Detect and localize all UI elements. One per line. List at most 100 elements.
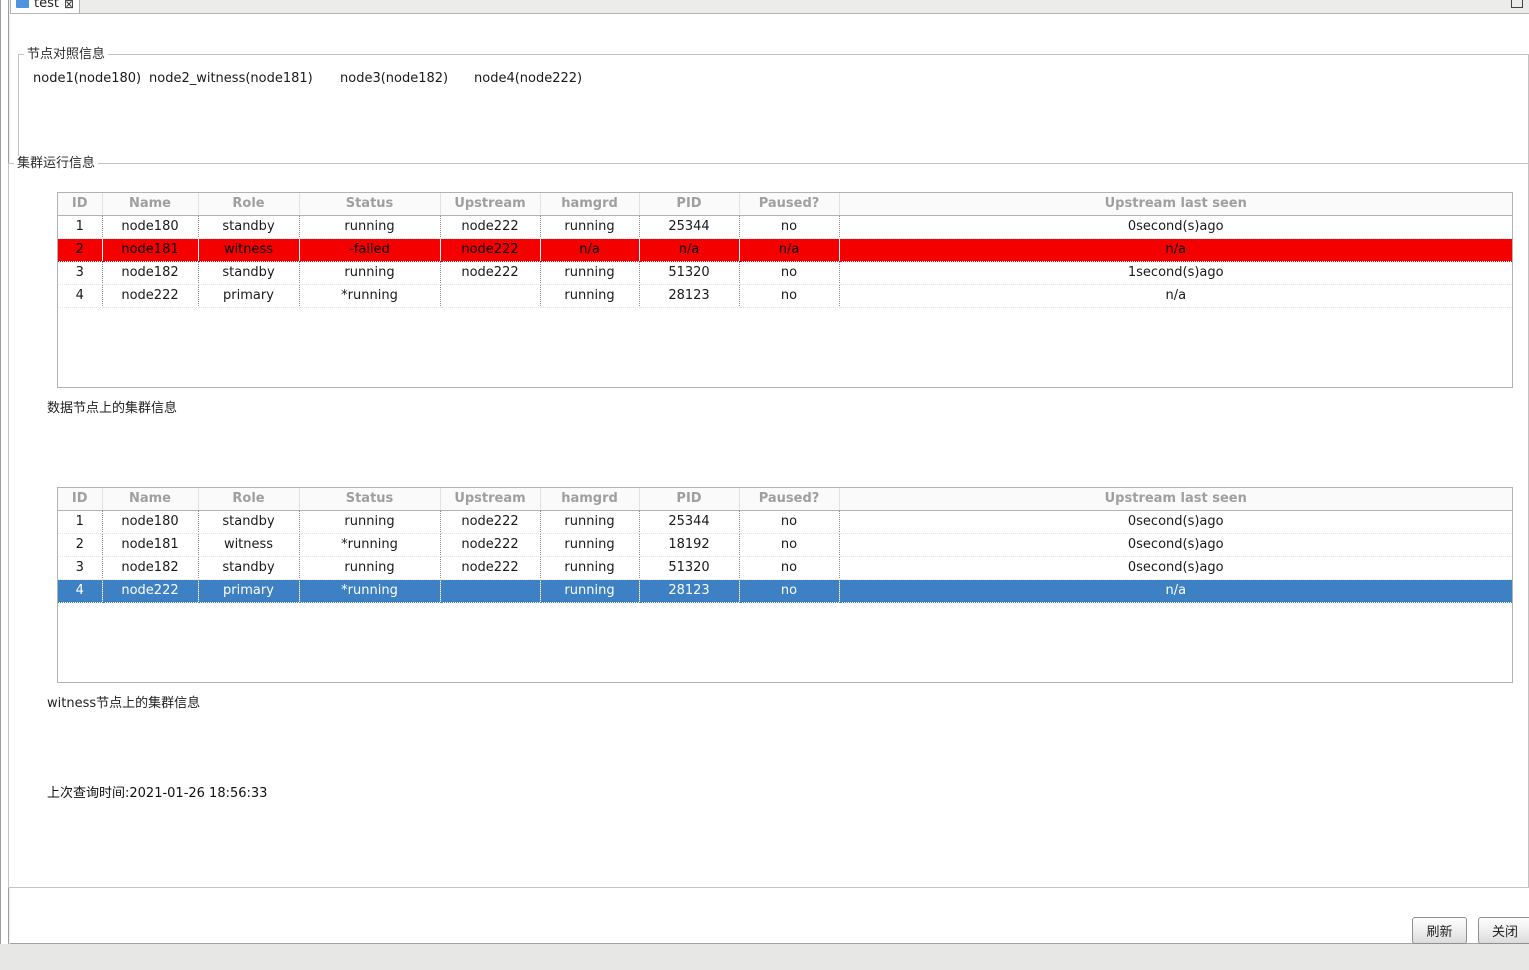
column-header[interactable]: ID (58, 488, 103, 511)
column-header[interactable]: Upstream (440, 193, 541, 216)
table-cell: 3 (58, 261, 103, 285)
table-cell: 0second(s)ago (839, 533, 1512, 557)
table-cell: n/a (839, 284, 1512, 308)
table-cell: node222 (440, 238, 541, 262)
table-cell: running (540, 261, 640, 285)
table-cell: n/a (839, 238, 1512, 262)
column-header[interactable]: Upstream (440, 488, 541, 511)
tab-close-icon[interactable]: ⊠ (64, 0, 74, 10)
table-cell: 51320 (639, 261, 740, 285)
table-cell: 0second(s)ago (839, 510, 1512, 534)
table-cell: primary (198, 579, 300, 603)
table-cell: running (540, 533, 640, 557)
tab-title: test (34, 0, 59, 11)
application-window: test ⊠ 节点对照信息 node1(node180) node2_witne… (0, 0, 1529, 970)
data-node-table[interactable]: ID Name Role Status Upstream hamgrd PID Paused?… (57, 192, 1513, 388)
table-cell (440, 284, 541, 308)
data-node-table-caption: 数据节点上的集群信息 (47, 401, 178, 416)
table-cell: node181 (102, 533, 199, 557)
table-cell: 2 (58, 533, 103, 557)
column-header[interactable]: hamgrd (540, 488, 640, 511)
column-header[interactable]: Status (299, 193, 441, 216)
status-strip (0, 944, 1529, 970)
table-cell: 4 (58, 284, 103, 308)
table-cell: n/a (639, 238, 740, 262)
refresh-button[interactable]: 刷新 (1412, 917, 1467, 944)
node-label-4: node4(node222) (474, 71, 583, 86)
window-restore-icon[interactable] (1511, 0, 1523, 8)
table-cell: running (540, 556, 640, 580)
table-cell: 51320 (639, 556, 740, 580)
table-cell: 0second(s)ago (839, 556, 1512, 580)
table-cell: running (540, 284, 640, 308)
cluster-info-groupbox: 集群运行信息 ID Name Role Status Upstream hamgrd PID… (8, 156, 1529, 888)
table-row[interactable]: 1 node180 standby running node222 running 2534… (58, 510, 1512, 534)
column-header[interactable]: Upstream last seen (839, 488, 1512, 511)
column-header[interactable]: PID (639, 488, 740, 511)
column-header[interactable]: Name (102, 488, 199, 511)
node-label-3: node3(node182) (340, 71, 449, 86)
table-cell: no (739, 261, 840, 285)
table-cell: 28123 (639, 579, 740, 603)
column-header[interactable]: PID (639, 193, 740, 216)
table-cell: standby (198, 510, 300, 534)
table-cell: node222 (440, 533, 541, 557)
table-row[interactable]: 4 node222 primary *running running 28123 no n/a (58, 284, 1512, 308)
column-header[interactable]: Paused? (739, 193, 840, 216)
witness-node-table[interactable]: ID Name Role Status Upstream hamgrd PID Paused?… (57, 487, 1513, 683)
table-cell: n/a (540, 238, 640, 262)
table-cell: node222 (440, 556, 541, 580)
table-cell: witness (198, 238, 300, 262)
table-cell: running (540, 579, 640, 603)
table-row[interactable]: 1 node180 standby running node222 running 2534… (58, 215, 1512, 239)
content-panel: 节点对照信息 node1(node180) node2_witness(node… (8, 14, 1529, 944)
table-cell: no (739, 556, 840, 580)
table-row[interactable]: 3 node182 standby running node222 running 5132… (58, 556, 1512, 580)
table-cell: witness (198, 533, 300, 557)
column-header[interactable]: Upstream last seen (839, 193, 1512, 216)
table-cell: 25344 (639, 215, 740, 239)
table-cell: node222 (440, 215, 541, 239)
table-cell: no (739, 579, 840, 603)
table-header-row: ID Name Role Status Upstream hamgrd PID Paused?… (58, 488, 1512, 511)
column-header[interactable]: Role (198, 193, 300, 216)
table-cell: node180 (102, 215, 199, 239)
column-header[interactable]: Role (198, 488, 300, 511)
table-row[interactable]: 4 node222 primary *running running 28123 no n/a (58, 579, 1512, 603)
table-cell: standby (198, 261, 300, 285)
table-cell: 1 (58, 215, 103, 239)
column-header[interactable]: Paused? (739, 488, 840, 511)
table-cell: node180 (102, 510, 199, 534)
table-cell: 25344 (639, 510, 740, 534)
table-cell: n/a (839, 579, 1512, 603)
table-cell: 2 (58, 238, 103, 262)
node-mapping-groupbox: 节点对照信息 node1(node180) node2_witness(node… (18, 47, 1529, 164)
table-row[interactable]: 2 node181 witness *running node222 running 181… (58, 533, 1512, 557)
table-cell: 1second(s)ago (839, 261, 1512, 285)
table-cell: *running (299, 533, 441, 557)
table-cell: node222 (440, 510, 541, 534)
table-cell: 1 (58, 510, 103, 534)
table-cell: standby (198, 215, 300, 239)
table-cell: running (299, 510, 441, 534)
node-label-2: node2_witness(node181) (149, 71, 313, 86)
column-header[interactable]: ID (58, 193, 103, 216)
cluster-info-title: 集群运行信息 (14, 156, 99, 171)
table-cell: 18192 (639, 533, 740, 557)
close-button[interactable]: 关闭 (1478, 917, 1529, 944)
column-header[interactable]: hamgrd (540, 193, 640, 216)
table-row[interactable]: 2 node181 witness -failed node222 n/a n/a n/a n/… (58, 238, 1512, 262)
column-header[interactable]: Name (102, 193, 199, 216)
table-cell: standby (198, 556, 300, 580)
table-header-row: ID Name Role Status Upstream hamgrd PID Paused?… (58, 193, 1512, 216)
table-cell: running (299, 556, 441, 580)
table-cell: node182 (102, 556, 199, 580)
table-cell: 28123 (639, 284, 740, 308)
table-row[interactable]: 3 node182 standby running node222 running 5132… (58, 261, 1512, 285)
table-cell: no (739, 215, 840, 239)
tab-test[interactable]: test ⊠ (10, 0, 80, 13)
column-header[interactable]: Status (299, 488, 441, 511)
last-query-time-label: 上次查询时间:2021-01-26 18:56:33 (47, 786, 268, 801)
table-cell: no (739, 510, 840, 534)
node-label-1: node1(node180) (33, 71, 142, 86)
